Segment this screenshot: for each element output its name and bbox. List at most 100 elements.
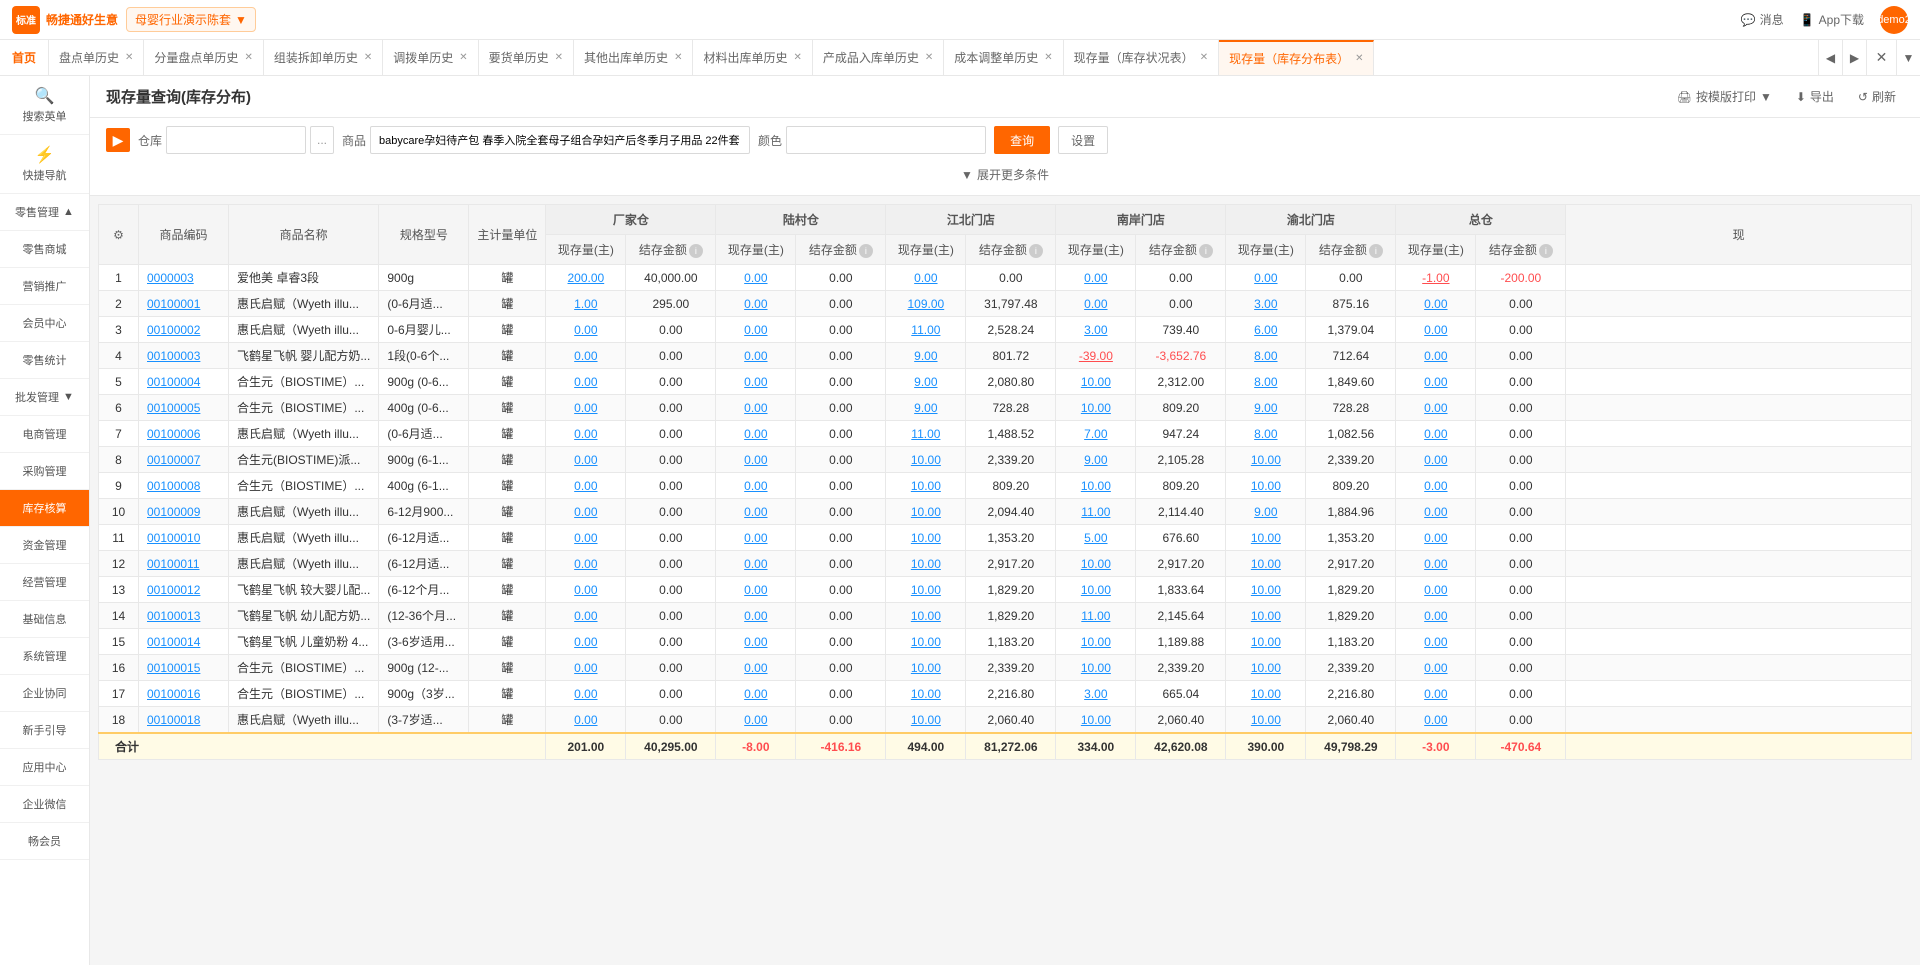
tab-chengbentz[interactable]: 成本调整单历史 ✕ <box>944 40 1063 76</box>
cell-fc-cur[interactable]: 0.00 <box>546 655 626 681</box>
cell-jb-cur[interactable]: 109.00 <box>886 291 966 317</box>
cell-lc-cur[interactable]: 0.00 <box>716 577 796 603</box>
cell-na-cur[interactable]: 11.00 <box>1056 603 1136 629</box>
cell-na-cur[interactable]: 10.00 <box>1056 577 1136 603</box>
cell-fc-cur[interactable]: 200.00 <box>546 265 626 291</box>
cell-yb-cur[interactable]: 8.00 <box>1226 343 1306 369</box>
print-btn[interactable]: 🖨 按模版打印 ▼ <box>1669 84 1780 109</box>
cell-lc-cur[interactable]: 0.00 <box>716 629 796 655</box>
cell-na-cur[interactable]: 10.00 <box>1056 655 1136 681</box>
cell-yb-cur[interactable]: 9.00 <box>1226 395 1306 421</box>
cell-total-cur[interactable]: 0.00 <box>1396 525 1476 551</box>
sidebar-item-membership[interactable]: 会员中心 <box>0 305 89 342</box>
settings-gear-icon[interactable]: ⚙ <box>110 226 128 244</box>
cell-jb-cur[interactable]: 9.00 <box>886 369 966 395</box>
tab-zuzhechaixi[interactable]: 组装拆卸单历史 ✕ <box>264 40 383 76</box>
cell-na-cur[interactable]: 10.00 <box>1056 707 1136 734</box>
sidebar-item-retail-stat[interactable]: 零售统计 <box>0 342 89 379</box>
sidebar-item-inventory[interactable]: 库存核算 <box>0 490 89 527</box>
nav-prev-btn[interactable]: ◀ <box>1818 40 1842 76</box>
warehouse-input[interactable] <box>166 126 306 154</box>
tab-xiancunliang-dist[interactable]: 现存量（库存分布表）✕ <box>1219 40 1374 76</box>
sidebar-item-wholesale[interactable]: 批发管理 ▼ <box>0 379 89 416</box>
cell-na-cur[interactable]: 10.00 <box>1056 473 1136 499</box>
cell-lc-cur[interactable]: 0.00 <box>716 343 796 369</box>
col-header-settings[interactable]: ⚙ <box>99 205 139 265</box>
tab-home[interactable]: 首页 <box>0 40 49 76</box>
cell-fc-cur[interactable]: 0.00 <box>546 707 626 734</box>
nav-next-btn[interactable]: ▶ <box>1842 40 1866 76</box>
sidebar-item-purchase[interactable]: 采购管理 <box>0 453 89 490</box>
cell-total-cur[interactable]: 0.00 <box>1396 473 1476 499</box>
cell-lc-cur[interactable]: 0.00 <box>716 707 796 734</box>
cell-yb-cur[interactable]: 10.00 <box>1226 655 1306 681</box>
cell-na-cur[interactable]: 10.00 <box>1056 551 1136 577</box>
cell-total-cur[interactable]: 0.00 <box>1396 317 1476 343</box>
cell-total-cur[interactable]: 0.00 <box>1396 577 1476 603</box>
tab-chanchengru[interactable]: 产成品入库单历史 ✕ <box>813 40 944 76</box>
cell-lc-cur[interactable]: 0.00 <box>716 655 796 681</box>
close-icon[interactable]: ✕ <box>925 52 933 63</box>
cell-total-cur[interactable]: 0.00 <box>1396 551 1476 577</box>
cell-lc-cur[interactable]: 0.00 <box>716 499 796 525</box>
cell-code[interactable]: 00100016 <box>139 681 229 707</box>
cell-lc-cur[interactable]: 0.00 <box>716 291 796 317</box>
cell-na-cur[interactable]: 10.00 <box>1056 395 1136 421</box>
cell-fc-cur[interactable]: 0.00 <box>546 629 626 655</box>
cell-lc-cur[interactable]: 0.00 <box>716 603 796 629</box>
cell-yb-cur[interactable]: 3.00 <box>1226 291 1306 317</box>
cell-total-cur[interactable]: -1.00 <box>1396 265 1476 291</box>
cell-fc-cur[interactable]: 0.00 <box>546 681 626 707</box>
cell-total-cur[interactable]: 0.00 <box>1396 291 1476 317</box>
sidebar-item-member[interactable]: 畅会员 <box>0 823 89 860</box>
sidebar-item-ecommerce[interactable]: 电商管理 <box>0 416 89 453</box>
cell-jb-cur[interactable]: 10.00 <box>886 525 966 551</box>
cell-lc-cur[interactable]: 0.00 <box>716 421 796 447</box>
cell-jb-cur[interactable]: 11.00 <box>886 317 966 343</box>
cell-na-cur[interactable]: 3.00 <box>1056 681 1136 707</box>
cell-total-cur[interactable]: 0.00 <box>1396 707 1476 734</box>
close-icon[interactable]: ✕ <box>1200 52 1208 63</box>
color-input[interactable] <box>786 126 986 154</box>
cell-fc-cur[interactable]: 0.00 <box>546 395 626 421</box>
tab-xiancunliang-status[interactable]: 现存量（库存状况表）✕ <box>1064 40 1219 76</box>
close-icon[interactable]: ✕ <box>125 52 133 63</box>
cell-jb-cur[interactable]: 10.00 <box>886 681 966 707</box>
filter-toggle-btn[interactable]: ▶ <box>106 128 130 152</box>
cell-code[interactable]: 00100013 <box>139 603 229 629</box>
avatar[interactable]: demo2 <box>1880 6 1908 34</box>
cell-na-cur[interactable]: -39.00 <box>1056 343 1136 369</box>
cell-yb-cur[interactable]: 10.00 <box>1226 525 1306 551</box>
cell-jb-cur[interactable]: 10.00 <box>886 551 966 577</box>
cell-na-cur[interactable]: 9.00 <box>1056 447 1136 473</box>
cell-code[interactable]: 00100001 <box>139 291 229 317</box>
cell-code[interactable]: 00100012 <box>139 577 229 603</box>
cell-total-cur[interactable]: 0.00 <box>1396 603 1476 629</box>
tab-cailiaochu[interactable]: 材料出库单历史 ✕ <box>693 40 812 76</box>
sidebar-item-system[interactable]: 系统管理 <box>0 638 89 675</box>
info-icon[interactable]: i <box>1029 244 1043 258</box>
cell-jb-cur[interactable]: 10.00 <box>886 473 966 499</box>
sidebar-item-enterprise[interactable]: 企业协同 <box>0 675 89 712</box>
close-icon[interactable]: ✕ <box>555 52 563 63</box>
expand-more-btn[interactable]: ▼ 展开更多条件 <box>953 162 1057 187</box>
sidebar-item-wechat[interactable]: 企业微信 <box>0 786 89 823</box>
cell-yb-cur[interactable]: 10.00 <box>1226 681 1306 707</box>
sidebar-item-marketing[interactable]: 营销推广 <box>0 268 89 305</box>
cell-total-cur[interactable]: 0.00 <box>1396 395 1476 421</box>
cell-lc-cur[interactable]: 0.00 <box>716 395 796 421</box>
cell-jb-cur[interactable]: 10.00 <box>886 655 966 681</box>
cell-jb-cur[interactable]: 11.00 <box>886 421 966 447</box>
cell-fc-cur[interactable]: 0.00 <box>546 473 626 499</box>
info-icon[interactable]: i <box>1369 244 1383 258</box>
cell-fc-cur[interactable]: 0.00 <box>546 551 626 577</box>
cell-total-cur[interactable]: 0.00 <box>1396 655 1476 681</box>
cell-fc-cur[interactable]: 0.00 <box>546 421 626 447</box>
cell-jb-cur[interactable]: 9.00 <box>886 343 966 369</box>
cell-na-cur[interactable]: 5.00 <box>1056 525 1136 551</box>
cell-fc-cur[interactable]: 1.00 <box>546 291 626 317</box>
cell-code[interactable]: 00100010 <box>139 525 229 551</box>
sidebar-item-retail-mall[interactable]: 零售商城 <box>0 231 89 268</box>
close-icon[interactable]: ✕ <box>459 52 467 63</box>
cell-lc-cur[interactable]: 0.00 <box>716 369 796 395</box>
